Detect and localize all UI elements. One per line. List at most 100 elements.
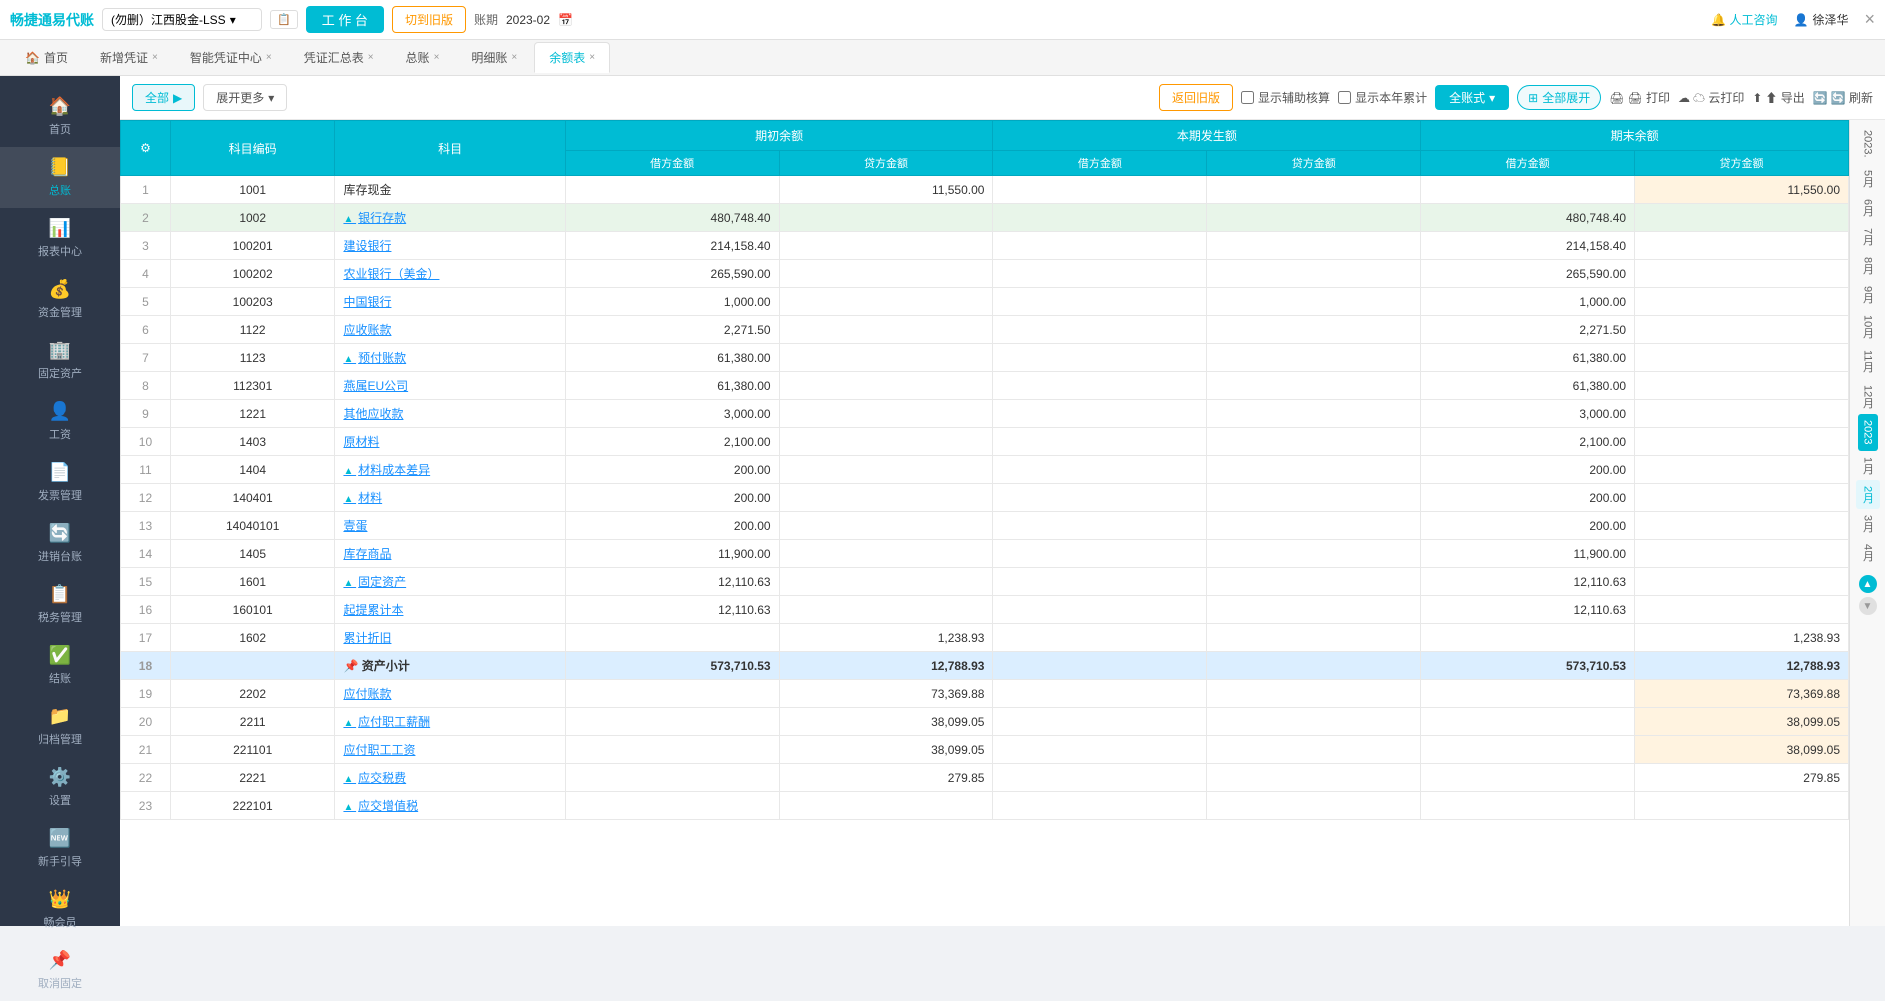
expand-icon[interactable]: ▲ [343,802,356,813]
tab-new-voucher[interactable]: 新增凭证 × [85,42,173,73]
export-button[interactable]: ⬆ ⬆ 导出 [1752,89,1804,106]
sidebar-item-tax[interactable]: 📋 税务管理 [0,574,120,635]
row-name[interactable]: ▲ 应付职工薪酬 [335,708,565,736]
calendar-icon: 📅 [558,13,573,27]
timeline-nov[interactable]: 11月 [1856,344,1880,378]
sidebar-item-invoice[interactable]: 📄 发票管理 [0,452,120,513]
timeline-apr[interactable]: 4月 [1856,538,1880,567]
timeline-jan[interactable]: 1月 [1856,451,1880,480]
copy-button[interactable]: 📋 [270,10,298,29]
refresh-button[interactable]: 🔄 🔄 刷新 [1813,89,1873,106]
row-name[interactable]: 燕属EU公司 [335,372,565,400]
expand-icon[interactable]: ▲ [343,466,356,477]
year-cum-input[interactable] [1338,91,1351,104]
row-name[interactable]: ▲ 固定资产 [335,568,565,596]
timeline-sep[interactable]: 9月 [1856,280,1880,309]
sidebar-item-report-center[interactable]: 📊 报表中心 [0,208,120,269]
timeline-oct[interactable]: 10月 [1856,309,1880,344]
row-name[interactable]: 其他应收款 [335,400,565,428]
toolbar-right: 返回旧版 显示辅助核算 显示本年累计 全账式 ▾ ⊞ 全部展开 [1159,84,1873,111]
timeline-year-2023[interactable]: 2023 [1858,414,1878,450]
row-name[interactable]: 壹蛋 [335,512,565,540]
row-name[interactable]: ▲ 材料成本差异 [335,456,565,484]
sidebar-item-member[interactable]: 👑 畅会员 [0,879,120,940]
sidebar-item-purchase-sales[interactable]: 🔄 进销台账 [0,513,120,574]
expand-icon[interactable]: ▲ [343,774,356,785]
tab-general-ledger[interactable]: 总账 × [391,42,455,73]
expand-icon[interactable]: ▲ [343,214,356,225]
row-name[interactable]: 建设银行 [335,232,565,260]
row-name[interactable]: ▲ 应交税费 [335,764,565,792]
timeline-dec[interactable]: 12月 [1856,379,1880,414]
tab-close-icon[interactable]: × [368,52,374,63]
sidebar-item-home[interactable]: 🏠 首页 [0,86,120,147]
row-code: 100201 [170,232,335,260]
tab-close-icon[interactable]: × [434,52,440,63]
timeline-jul[interactable]: 7月 [1856,222,1880,251]
sidebar-item-salary[interactable]: 👤 工资 [0,391,120,452]
row-name[interactable]: ▲ 银行存款 [335,204,565,232]
timeline-scroll-down[interactable]: ▼ [1859,597,1877,615]
timeline-aug[interactable]: 8月 [1856,251,1880,280]
expand-icon[interactable]: ▲ [343,718,356,729]
cloud-print-button[interactable]: ☁ ☁ 云打印 [1678,89,1744,106]
row-name[interactable]: 应付账款 [335,680,565,708]
tab-close-icon[interactable]: × [589,52,595,63]
row-code: 2202 [170,680,335,708]
sidebar-item-pin[interactable]: 📌 取消固定 [0,940,120,1001]
tab-close-icon[interactable]: × [511,52,517,63]
workbench-button[interactable]: 工 作 台 [306,6,384,33]
tab-home[interactable]: 🏠 首页 [10,42,83,73]
tab-close-icon[interactable]: × [266,52,272,63]
sidebar-item-archive[interactable]: 📁 归档管理 [0,696,120,757]
aux-calc-input[interactable] [1241,91,1254,104]
show-aux-calc-checkbox[interactable]: 显示辅助核算 [1241,89,1330,106]
user-info[interactable]: 👤 徐泽华 [1794,11,1849,28]
sidebar-item-general-ledger[interactable]: 📒 总账 [0,147,120,208]
timeline-scroll-up[interactable]: ▲ [1859,575,1877,593]
row-name[interactable]: 库存商品 [335,540,565,568]
company-selector[interactable]: (勿删）江西股金-LSS ▾ [102,8,262,31]
sidebar-item-settlement[interactable]: ✅ 结账 [0,635,120,696]
row-name[interactable]: 应付职工工资 [335,736,565,764]
row-name[interactable]: 原材料 [335,428,565,456]
table-row: 71123▲ 预付账款61,380.0061,380.00 [121,344,1849,372]
sidebar-item-fixed-assets[interactable]: 🏢 固定资产 [0,330,120,391]
print-button[interactable]: 🖨 🖨 打印 [1609,89,1670,106]
tab-close-icon[interactable]: × [152,52,158,63]
expand-icon[interactable]: ▲ [343,578,356,589]
row-name[interactable]: 累计折旧 [335,624,565,652]
toggle-expand-button[interactable]: ⊞ 全部展开 [1517,85,1601,110]
expand-button[interactable]: 展开更多 ▾ [203,84,287,111]
expand-icon[interactable]: ▲ [343,354,356,365]
tab-voucher-summary[interactable]: 凭证汇总表 × [289,42,389,73]
sidebar-item-settings[interactable]: ⚙️ 设置 [0,757,120,818]
tab-balance-sheet[interactable]: 余额表 × [534,42,610,73]
show-year-cum-checkbox[interactable]: 显示本年累计 [1338,89,1427,106]
row-name[interactable]: 中国银行 [335,288,565,316]
timeline-jun[interactable]: 6月 [1856,193,1880,222]
all-button[interactable]: 全部 ▶ [132,84,195,111]
full-form-button[interactable]: 全账式 ▾ [1435,85,1509,110]
row-name[interactable]: ▲ 材料 [335,484,565,512]
row-name[interactable]: ▲ 应交增值税 [335,792,565,820]
row-name[interactable]: 起提累计本 [335,596,565,624]
timeline-year-2023-prev[interactable]: 2023. [1858,124,1878,164]
consult-button[interactable]: 🔔 人工咨询 [1711,11,1777,28]
row-name[interactable]: 应收账款 [335,316,565,344]
return-old-button[interactable]: 返回旧版 [1159,84,1233,111]
row-name[interactable]: 农业银行（美金） [335,260,565,288]
timeline-mar[interactable]: 3月 [1856,509,1880,538]
sidebar-item-fund-mgmt[interactable]: 💰 资金管理 [0,269,120,330]
tab-detail-ledger[interactable]: 明细账 × [456,42,532,73]
open-debit: 214,158.40 [565,232,779,260]
sidebar-item-new-guide[interactable]: 🆕 新手引导 [0,818,120,879]
timeline-may[interactable]: 5月 [1856,164,1880,193]
row-name[interactable]: ▲ 预付账款 [335,344,565,372]
expand-icon[interactable]: ▲ [343,494,356,505]
close-window-button[interactable]: × [1864,9,1875,30]
switch-old-button[interactable]: 切到旧版 [392,6,466,33]
tab-smart-voucher[interactable]: 智能凭证中心 × [175,42,287,73]
timeline-feb[interactable]: 2月 [1856,480,1880,509]
settings-col-header[interactable]: ⚙ [121,121,171,176]
